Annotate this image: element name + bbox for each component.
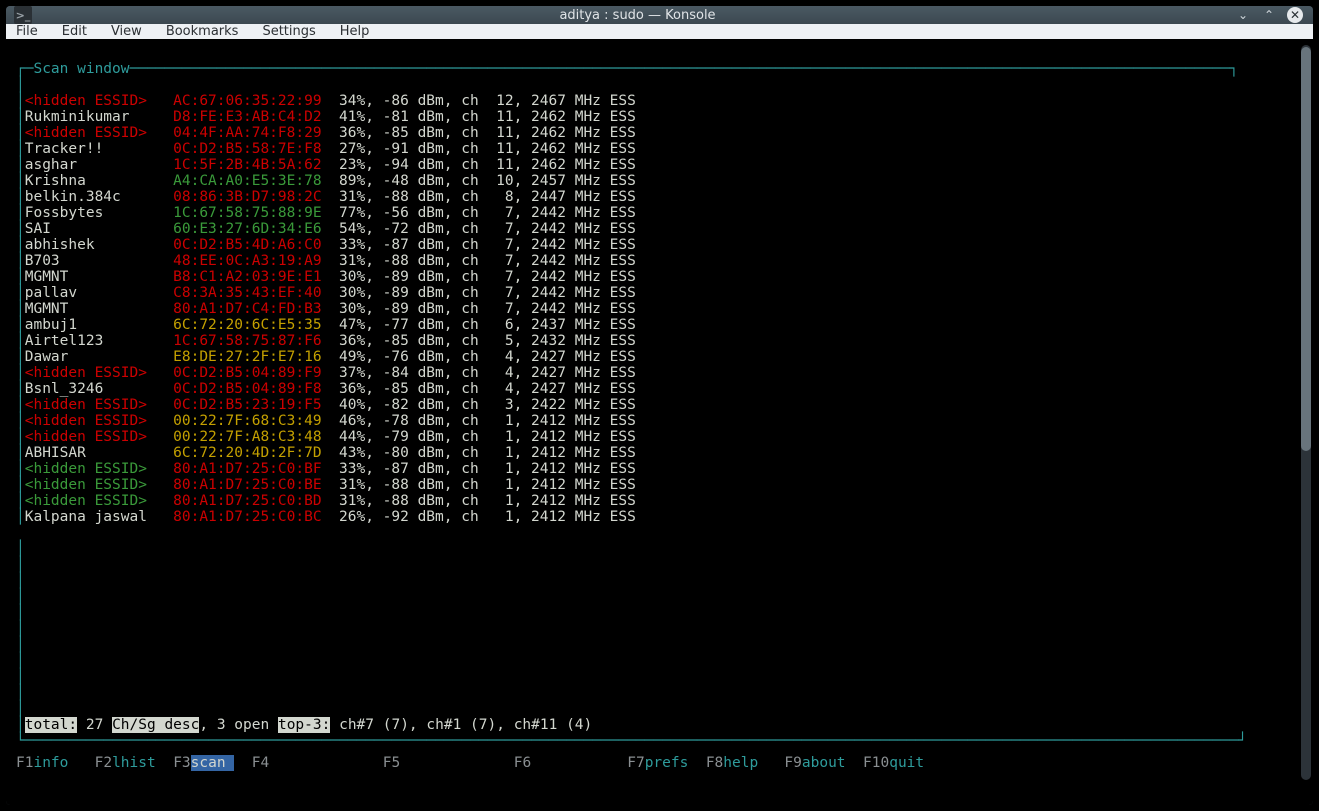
box-side: │ [16,669,25,685]
scrollbar-thumb[interactable] [1301,47,1311,451]
menu-settings[interactable]: Settings [262,24,315,39]
app-icon: >_ [14,6,32,24]
titlebar[interactable]: >_ aditya : sudo — Konsole ⌄ ⌃ ✕ [6,6,1313,24]
terminal-content: ┌─Scan window───────────────────────────… [10,43,1309,805]
box-side: │ [16,653,25,669]
menu-view[interactable]: View [111,24,142,39]
status-top3-label: top-3: [278,717,330,733]
status-top3: ch#7 (7), ch#1 (7), ch#11 (4) [339,717,592,733]
menu-bookmarks[interactable]: Bookmarks [166,24,239,39]
box-side: │ [16,621,25,637]
menu-help[interactable]: Help [340,24,370,39]
status-open: 3 open [217,717,269,733]
window-title: aditya : sudo — Konsole [40,8,1235,23]
box-side: │ [16,701,25,717]
window-buttons: ⌄ ⌃ ✕ [1235,7,1313,23]
konsole-window: >_ aditya : sudo — Konsole ⌄ ⌃ ✕ File Ed… [6,6,1313,805]
menu-edit[interactable]: Edit [62,24,87,39]
scan-window-title: Scan window [33,61,129,77]
menu-bar: File Edit View Bookmarks Settings Help [6,24,1313,39]
box-side: │ [16,77,25,93]
box-top-line: ────────────────────────────────────────… [130,61,1239,77]
minimize-button[interactable]: ⌄ [1235,7,1251,23]
box-side: │ [16,685,25,701]
status-sort: Ch/Sg desc [112,717,199,733]
terminal-icon: >_ [16,9,31,22]
maximize-button[interactable]: ⌃ [1261,7,1277,23]
box-bottom: └ [16,733,25,749]
box-bottom-line: ────────────────────────────────────────… [25,733,1247,749]
terminal-area[interactable]: ┌─Scan window───────────────────────────… [6,39,1313,805]
menu-file[interactable]: File [16,24,38,39]
function-keys: F1info F2lhist F3scan F4 F5 F6 F7prefs F… [16,755,1303,771]
box-side: │ [16,557,25,573]
status-total-label: total: [25,717,77,733]
box-side: │ [16,637,25,653]
scan-rows: │<hidden ESSID> AC:67:06:35:22:99 34%, -… [16,93,1303,525]
box-side: │ [16,589,25,605]
desktop-frame: >_ aditya : sudo — Konsole ⌄ ⌃ ✕ File Ed… [0,0,1319,811]
box-side: │ [16,605,25,621]
box-top: ┌─ [16,61,33,77]
status-total: 27 [86,717,103,733]
scrollbar[interactable] [1301,45,1311,780]
box-side: │ [16,541,25,557]
close-button[interactable]: ✕ [1287,7,1303,23]
box-side: │ [16,717,25,733]
box-side: │ [16,573,25,589]
